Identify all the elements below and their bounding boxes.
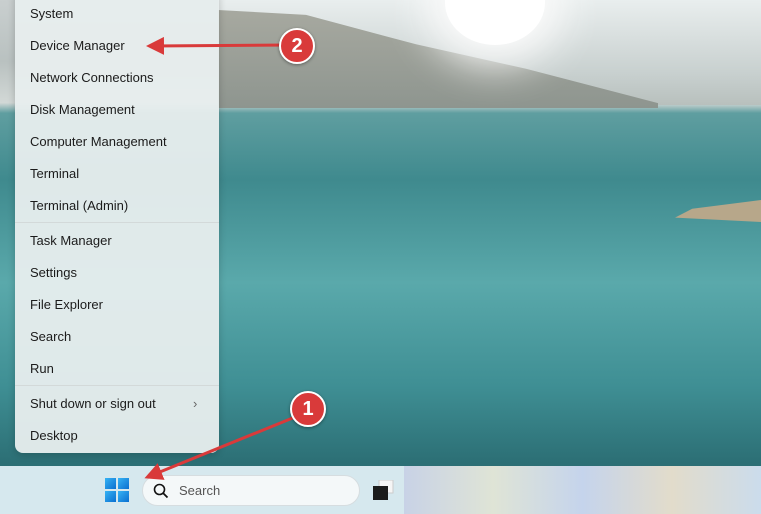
step-badge-2: 2 [279, 28, 315, 64]
arrow-to-start-button [144, 413, 301, 480]
annotation-arrows [144, 36, 301, 480]
step-badge-1: 1 [290, 391, 326, 427]
arrow-to-device-manager [146, 36, 291, 55]
